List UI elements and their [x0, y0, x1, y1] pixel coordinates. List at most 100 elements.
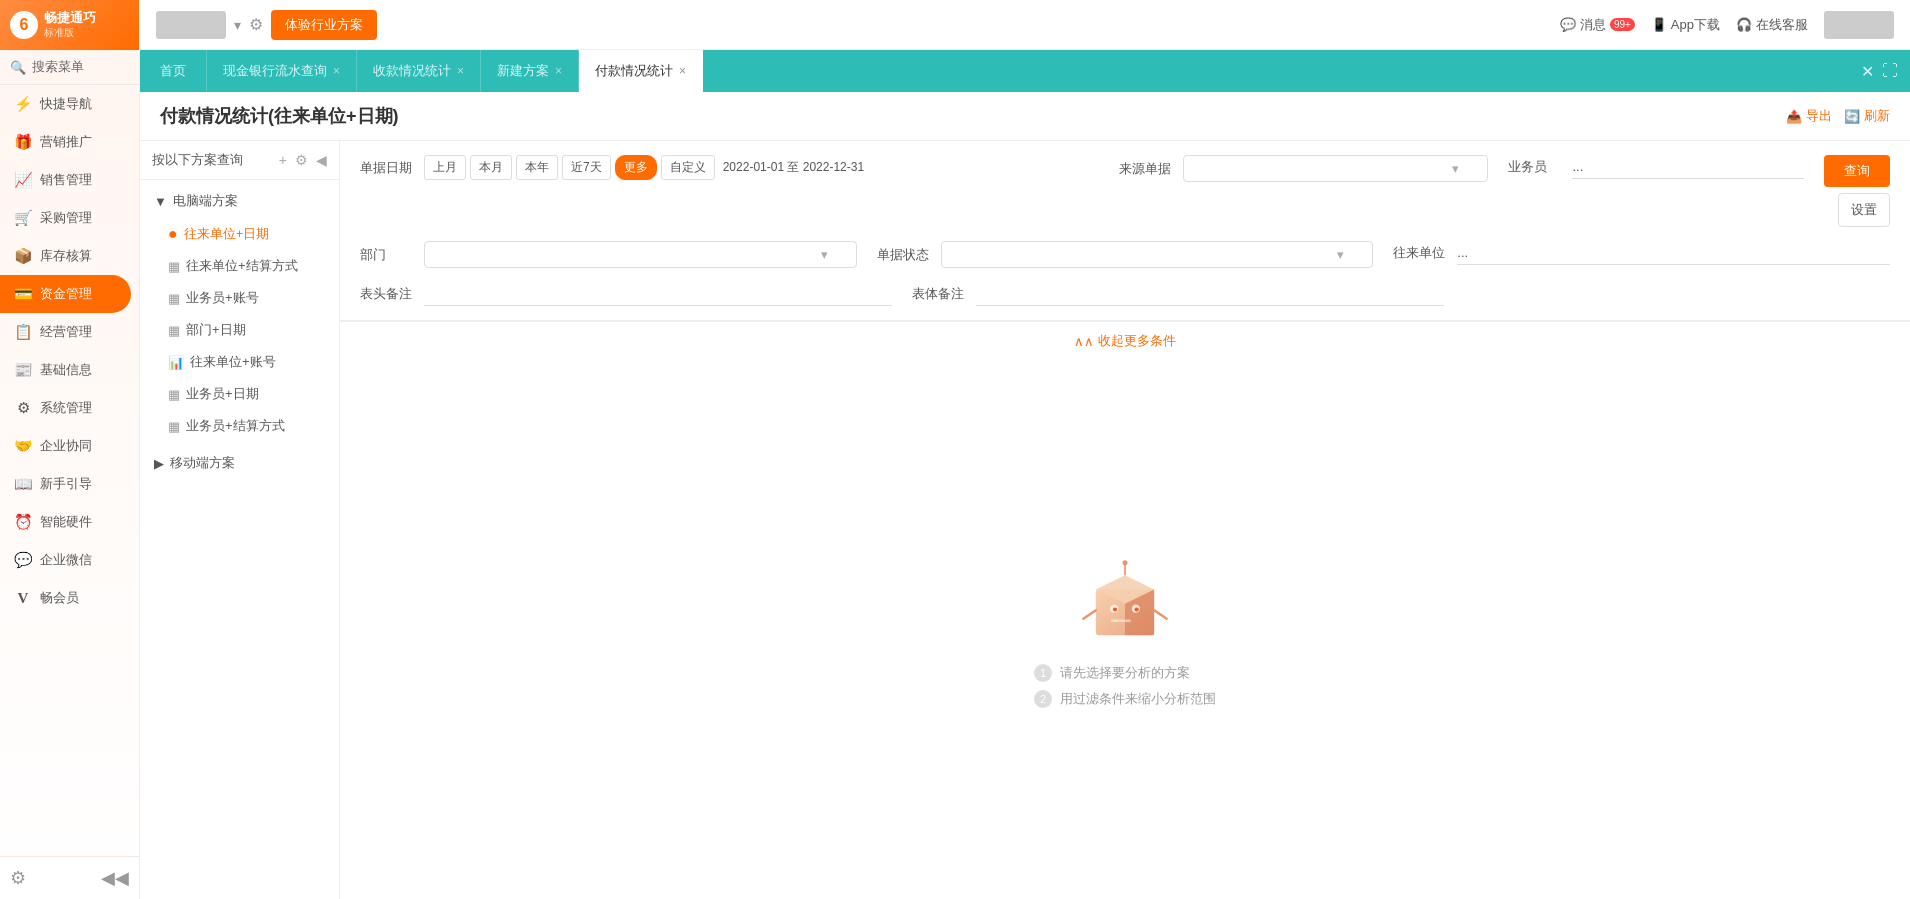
- message-label: 消息: [1580, 16, 1606, 34]
- collapse-panel-btn[interactable]: ◀: [316, 152, 327, 168]
- body-note-label: 表体备注: [912, 285, 968, 303]
- date-buttons: 上月 本月 本年 近7天 更多 自定义 2022-01-01 至 2022-12…: [424, 155, 864, 180]
- member-icon: V: [14, 590, 32, 607]
- dept-select[interactable]: ▾: [424, 241, 857, 268]
- app-name: 畅捷通巧: [44, 10, 96, 26]
- scheme-item-label: 往来单位+日期: [184, 225, 270, 243]
- scheme-item-staff-date[interactable]: ▦ 业务员+日期: [140, 378, 339, 410]
- tab-bank[interactable]: 现金银行流水查询 ×: [207, 50, 357, 92]
- tab-new-close[interactable]: ×: [555, 64, 562, 78]
- scheme-item-label: 部门+日期: [186, 321, 246, 339]
- scheme-item-unit-account[interactable]: 📊 往来单位+账号: [140, 346, 339, 378]
- scheme-item-staff-account[interactable]: ▦ 业务员+账号: [140, 282, 339, 314]
- add-scheme-btn[interactable]: +: [279, 152, 287, 168]
- date-this-month-btn[interactable]: 本月: [470, 155, 512, 180]
- header-note-input[interactable]: [424, 282, 892, 306]
- tab-receipt[interactable]: 收款情况统计 ×: [357, 50, 481, 92]
- collapse-label: 收起更多条件: [1098, 332, 1176, 350]
- tab-receipt-close[interactable]: ×: [457, 64, 464, 78]
- sidebar-item-hardware[interactable]: ⏰ 智能硬件: [0, 503, 139, 541]
- export-btn[interactable]: 📤 导出: [1786, 107, 1832, 125]
- hint-text-1: 请先选择要分析的方案: [1060, 664, 1190, 682]
- date-7days-btn[interactable]: 近7天: [562, 155, 611, 180]
- settings-icon[interactable]: ⚙: [249, 15, 263, 34]
- sidebar-item-label: 采购管理: [40, 209, 92, 227]
- collapse-bar[interactable]: ∧∧ 收起更多条件: [340, 321, 1910, 360]
- sidebar-item-member[interactable]: V 畅会员: [0, 579, 139, 617]
- sidebar-search[interactable]: 🔍 搜索菜单: [0, 50, 139, 85]
- refresh-btn[interactable]: 🔄 刷新: [1844, 107, 1890, 125]
- scheme-item-label: 往来单位+结算方式: [186, 257, 298, 275]
- scheme-item-label: 业务员+账号: [186, 289, 259, 307]
- sidebar-item-label: 经营管理: [40, 323, 92, 341]
- date-last-month-btn[interactable]: 上月: [424, 155, 466, 180]
- user-dropdown-btn[interactable]: ▾: [234, 17, 241, 33]
- svg-line-10: [1083, 610, 1096, 618]
- sidebar-item-label: 资金管理: [40, 285, 92, 303]
- online-service-btn[interactable]: 🎧 在线客服: [1736, 16, 1808, 34]
- source-select[interactable]: ▾: [1183, 155, 1488, 182]
- sidebar-item-label: 企业微信: [40, 551, 92, 569]
- sidebar-item-label: 系统管理: [40, 399, 92, 417]
- scheme-icon: ▦: [168, 323, 180, 338]
- sidebar-item-sales[interactable]: 📈 销售管理: [0, 161, 139, 199]
- filter-voucher-status-item: 单据状态 ▾: [877, 241, 1374, 268]
- sidebar-item-guide[interactable]: 📖 新手引导: [0, 465, 139, 503]
- body-note-input[interactable]: [976, 282, 1444, 306]
- sidebar-item-marketing[interactable]: 🎁 营销推广: [0, 123, 139, 161]
- sidebar-item-label: 快捷导航: [40, 95, 92, 113]
- sidebar-item-basic[interactable]: 📰 基础信息: [0, 351, 139, 389]
- sidebar-item-inventory[interactable]: 📦 库存核算: [0, 237, 139, 275]
- scheme-item-dept-date[interactable]: ▦ 部门+日期: [140, 314, 339, 346]
- mobile-group-arrow: ▶: [154, 456, 164, 471]
- sidebar-item-purchase[interactable]: 🛒 采购管理: [0, 199, 139, 237]
- empty-illustration: [1075, 552, 1175, 652]
- sidebar-item-capital[interactable]: 💳 资金管理: [0, 275, 131, 313]
- date-more-btn[interactable]: 更多: [615, 155, 657, 180]
- scheme-item-unit-date[interactable]: ● 往来单位+日期: [140, 218, 339, 250]
- tab-payment-close[interactable]: ×: [679, 64, 686, 78]
- date-this-year-btn[interactable]: 本年: [516, 155, 558, 180]
- svg-line-11: [1154, 610, 1167, 618]
- sidebar-item-enterprise[interactable]: 🤝 企业协同: [0, 427, 139, 465]
- empty-state: 1 请先选择要分析的方案 2 用过滤条件来缩小分析范围: [340, 360, 1910, 899]
- scheme-settings-btn[interactable]: ⚙: [295, 152, 308, 168]
- pc-scheme-group[interactable]: ▼ 电脑端方案: [140, 184, 339, 218]
- source-label: 来源单据: [1119, 160, 1175, 178]
- counterparty-input[interactable]: [1457, 241, 1890, 265]
- page-actions: 📤 导出 🔄 刷新: [1786, 107, 1890, 125]
- settings-bottom-btn[interactable]: ⚙: [10, 867, 26, 889]
- scheme-item-unit-settlement[interactable]: ▦ 往来单位+结算方式: [140, 250, 339, 282]
- logo-icon: 6: [10, 11, 38, 39]
- search-label: 搜索菜单: [32, 58, 84, 76]
- dept-label: 部门: [360, 246, 416, 264]
- tab-home[interactable]: 首页: [140, 50, 207, 92]
- tab-bank-close[interactable]: ×: [333, 64, 340, 78]
- filter-settings-btn[interactable]: 设置: [1838, 193, 1890, 227]
- sidebar-item-system[interactable]: ⚙ 系统管理: [0, 389, 139, 427]
- message-btn[interactable]: 💬 消息 99+: [1560, 16, 1635, 34]
- scheme-icon: ▦: [168, 291, 180, 306]
- trial-btn[interactable]: 体验行业方案: [271, 10, 377, 40]
- voucher-status-select[interactable]: ▾: [941, 241, 1374, 268]
- quick-icon: ⚡: [14, 95, 32, 113]
- fullscreen-btn[interactable]: ⛶: [1882, 62, 1898, 80]
- sidebar-item-quick[interactable]: ⚡ 快捷导航: [0, 85, 139, 123]
- sidebar-item-label: 库存核算: [40, 247, 92, 265]
- scheme-item-staff-settlement[interactable]: ▦ 业务员+结算方式: [140, 410, 339, 442]
- sidebar-item-wechat[interactable]: 💬 企业微信: [0, 541, 139, 579]
- guide-icon: 📖: [14, 475, 32, 493]
- close-all-btn[interactable]: ✕: [1861, 62, 1874, 81]
- sidebar-item-operation[interactable]: 📋 经营管理: [0, 313, 139, 351]
- tab-new[interactable]: 新建方案 ×: [481, 50, 579, 92]
- tab-payment[interactable]: 付款情况统计 ×: [579, 50, 703, 92]
- mobile-scheme-group[interactable]: ▶ 移动端方案: [140, 446, 339, 480]
- query-btn[interactable]: 查询: [1824, 155, 1890, 187]
- pc-group-label: 电脑端方案: [173, 192, 238, 210]
- pc-group-arrow: ▼: [154, 194, 167, 209]
- app-download-btn[interactable]: 📱 App下载: [1651, 16, 1720, 34]
- collapse-sidebar-btn[interactable]: ◀◀: [101, 867, 129, 889]
- date-custom-btn[interactable]: 自定义: [661, 155, 715, 180]
- staff-input[interactable]: [1572, 155, 1804, 179]
- hint-text-2: 用过滤条件来缩小分析范围: [1060, 690, 1216, 708]
